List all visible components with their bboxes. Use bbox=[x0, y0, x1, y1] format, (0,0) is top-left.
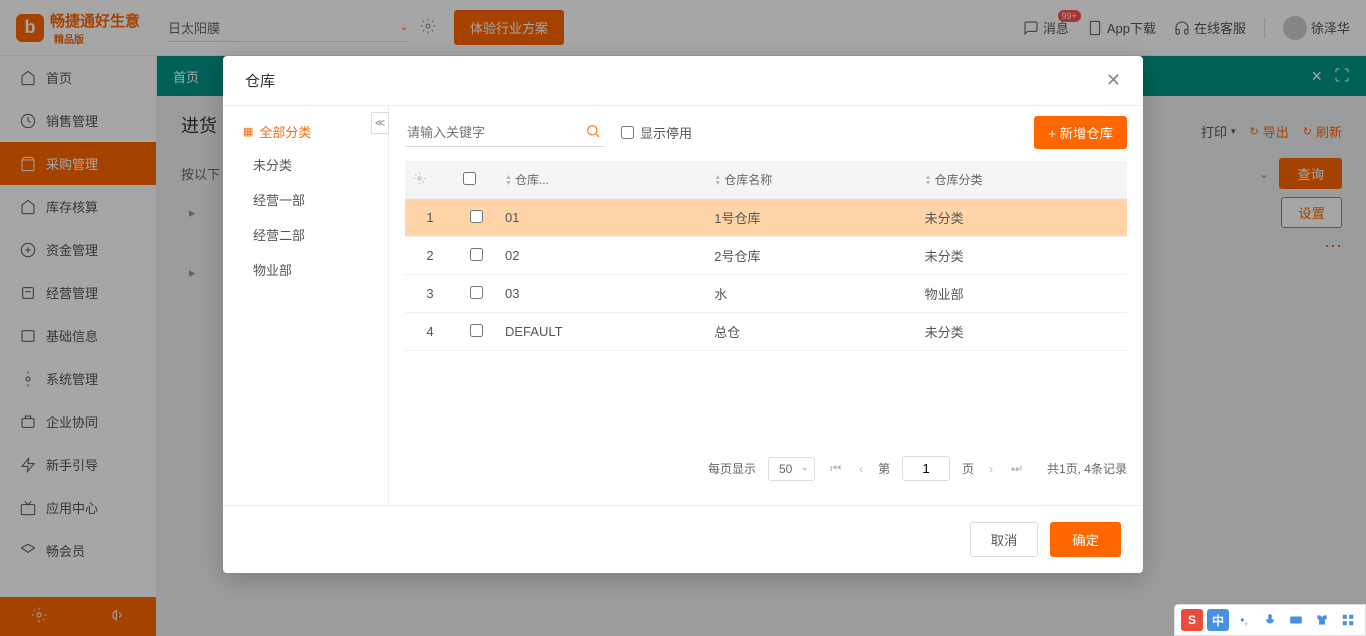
category-item[interactable]: 未分类 bbox=[223, 147, 388, 182]
show-disabled-checkbox[interactable]: 显示停用 bbox=[621, 123, 692, 142]
category-item[interactable]: 物业部 bbox=[223, 252, 388, 287]
ime-skin-icon[interactable] bbox=[1311, 609, 1333, 631]
grid-icon: ▦ bbox=[243, 125, 253, 138]
warehouse-table: ▲▼仓库... ▲▼仓库名称 ▲▼仓库分类 1 01 1号仓库 未分类 bbox=[405, 161, 1127, 351]
warehouse-modal: 仓库 ✕ ≪ ▦ 全部分类 未分类 经营一部 经营二部 物业部 bbox=[223, 56, 1143, 573]
close-icon[interactable]: ✕ bbox=[1106, 70, 1121, 91]
row-checkbox[interactable] bbox=[470, 324, 483, 337]
category-sidebar: ≪ ▦ 全部分类 未分类 经营一部 经营二部 物业部 bbox=[223, 106, 389, 505]
search-input-wrapper bbox=[405, 119, 605, 147]
ime-keyboard-icon[interactable] bbox=[1285, 609, 1307, 631]
table-row[interactable]: 4 DEFAULT 总仓 未分类 bbox=[405, 313, 1127, 351]
search-input[interactable] bbox=[405, 119, 605, 147]
page-input[interactable] bbox=[902, 456, 950, 481]
ime-toolbar: S 中 •, bbox=[1174, 604, 1366, 636]
table-row[interactable]: 1 01 1号仓库 未分类 bbox=[405, 199, 1127, 237]
cancel-button[interactable]: 取消 bbox=[970, 522, 1039, 557]
prev-page-icon[interactable]: ‹ bbox=[856, 462, 866, 476]
column-category[interactable]: ▲▼仓库分类 bbox=[917, 161, 1127, 199]
first-page-icon[interactable]: ⏮ bbox=[827, 461, 844, 476]
table-row[interactable]: 2 02 2号仓库 未分类 bbox=[405, 237, 1127, 275]
pagination: 每页显示 50 ⌄ ⏮ ‹ 第 页 › ⏭ 共1页, 4条记录 bbox=[405, 442, 1127, 495]
ime-mic-icon[interactable] bbox=[1259, 609, 1281, 631]
pagination-summary: 共1页, 4条记录 bbox=[1047, 460, 1127, 477]
row-checkbox[interactable] bbox=[470, 210, 483, 223]
modal-overlay: 仓库 ✕ ≪ ▦ 全部分类 未分类 经营一部 经营二部 物业部 bbox=[0, 0, 1366, 636]
next-page-icon[interactable]: › bbox=[986, 462, 996, 476]
confirm-button[interactable]: 确定 bbox=[1050, 522, 1121, 557]
modal-title: 仓库 bbox=[245, 70, 275, 91]
ime-sogou-icon[interactable]: S bbox=[1181, 609, 1203, 631]
row-checkbox[interactable] bbox=[470, 248, 483, 261]
column-name[interactable]: ▲▼仓库名称 bbox=[706, 161, 916, 199]
page-size-select[interactable]: 50 ⌄ bbox=[768, 457, 815, 481]
collapse-sidebar-icon[interactable]: ≪ bbox=[371, 112, 389, 134]
ime-punct-icon[interactable]: •, bbox=[1233, 609, 1255, 631]
category-item[interactable]: 经营一部 bbox=[223, 182, 388, 217]
select-all-checkbox[interactable] bbox=[463, 172, 476, 185]
table-row[interactable]: 3 03 水 物业部 bbox=[405, 275, 1127, 313]
add-warehouse-button[interactable]: + 新增仓库 bbox=[1034, 116, 1127, 149]
ime-tools-icon[interactable] bbox=[1337, 609, 1359, 631]
search-icon[interactable] bbox=[585, 123, 601, 143]
gear-column-icon[interactable] bbox=[405, 161, 455, 199]
column-code[interactable]: ▲▼仓库... bbox=[497, 161, 706, 199]
row-checkbox[interactable] bbox=[470, 286, 483, 299]
category-item[interactable]: 经营二部 bbox=[223, 217, 388, 252]
last-page-icon[interactable]: ⏭ bbox=[1008, 461, 1025, 476]
category-all[interactable]: ▦ 全部分类 bbox=[223, 116, 388, 147]
ime-zh-icon[interactable]: 中 bbox=[1207, 609, 1229, 631]
